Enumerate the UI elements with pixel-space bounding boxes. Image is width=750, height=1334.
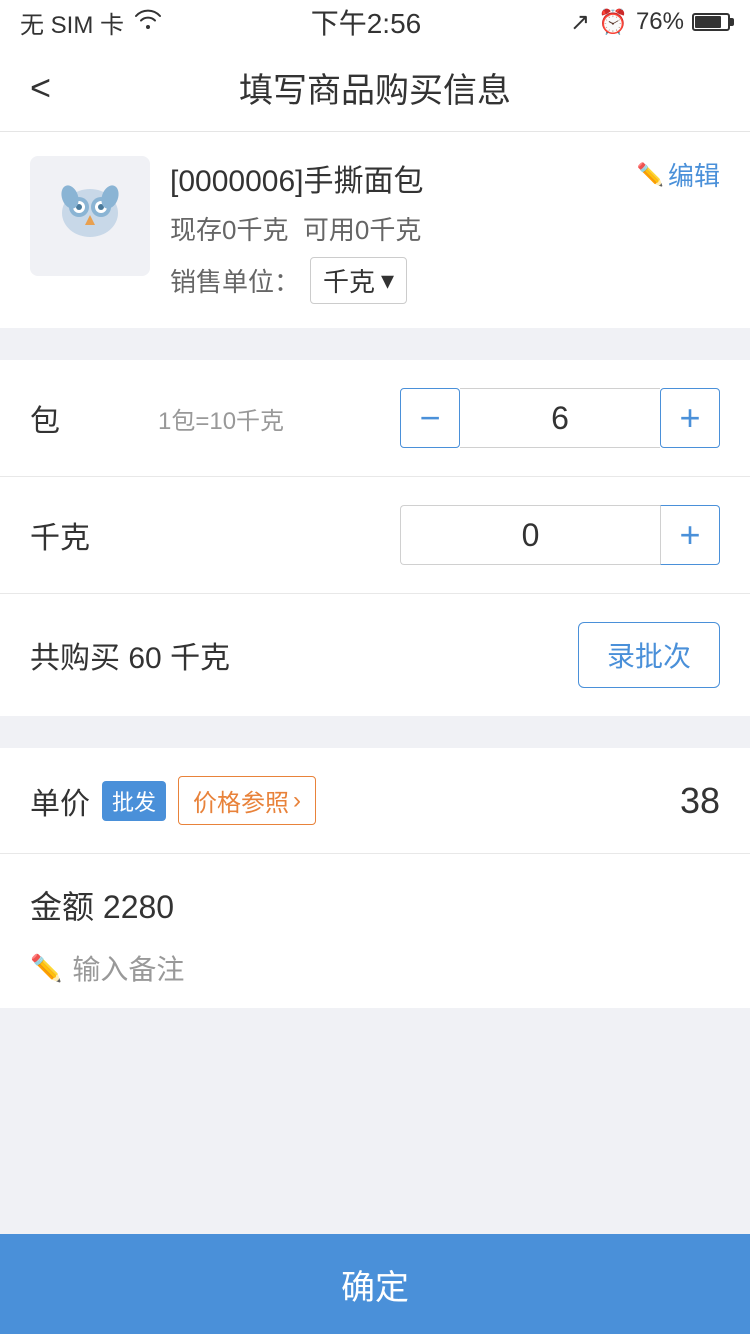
qty-controls-kg: 0 + — [400, 505, 720, 565]
qty-input-kg[interactable]: 0 — [400, 505, 660, 565]
qty-input-bao[interactable]: 6 — [460, 388, 660, 448]
no-sim-label: 无 SIM 卡 — [20, 5, 124, 40]
price-section: 单价 批发 价格参照 › 38 — [0, 748, 750, 854]
qty-sub-bao: 1包=10千克 — [158, 401, 400, 436]
battery-icon — [692, 13, 730, 31]
remark-pencil-icon: ✏️ — [30, 953, 62, 984]
price-label: 单价 — [30, 779, 90, 823]
qty-label-bao: 包 — [30, 396, 150, 440]
wifi-icon — [134, 8, 162, 36]
edit-icon: ✏️ — [637, 162, 664, 188]
qty-label-kg: 千克 — [30, 513, 150, 557]
product-logo — [55, 175, 125, 257]
chevron-right-icon: › — [293, 787, 301, 815]
location-icon: ↗ — [570, 8, 590, 37]
chevron-down-icon: ▾ — [381, 265, 394, 296]
page-title: 填写商品购买信息 — [239, 63, 511, 112]
quantity-row-kg: 千克 0 + — [0, 477, 750, 594]
edit-button[interactable]: ✏️ 编辑 — [637, 156, 720, 193]
price-value: 38 — [680, 780, 720, 822]
price-reference-button[interactable]: 价格参照 › — [178, 776, 316, 825]
status-left: 无 SIM 卡 — [20, 5, 162, 40]
edit-label: 编辑 — [668, 156, 720, 193]
total-text: 共购买 60 千克 — [30, 633, 230, 677]
nav-bar: < 填写商品购买信息 — [0, 44, 750, 132]
section-separator-2 — [0, 732, 750, 748]
confirm-button[interactable]: 确定 — [0, 1234, 750, 1334]
amount-section: 金额 2280 ✏️ 输入备注 — [0, 854, 750, 1008]
status-bar: 无 SIM 卡 下午2:56 ↗ ⏰ 76% — [0, 0, 750, 44]
section-separator-1 — [0, 344, 750, 360]
qty-increase-kg[interactable]: + — [660, 505, 720, 565]
remark-placeholder: 输入备注 — [72, 948, 184, 988]
back-button[interactable]: < — [20, 57, 61, 119]
quantity-row-bao: 包 1包=10千克 − 6 + — [0, 360, 750, 477]
product-info: [0000006]手撕面包 ✏️ 编辑 现存0千克 可用0千克 销售单位： 千克… — [170, 156, 720, 304]
status-right: ↗ ⏰ 76% — [570, 8, 730, 37]
qty-decrease-bao[interactable]: − — [400, 388, 460, 448]
product-name: [0000006]手撕面包 — [170, 156, 423, 200]
total-section: 共购买 60 千克 录批次 — [0, 594, 750, 716]
status-time: 下午2:56 — [311, 2, 422, 42]
price-type-tag: 批发 — [102, 781, 166, 821]
battery-label: 76% — [636, 8, 684, 36]
product-unit: 销售单位： 千克 ▾ — [170, 257, 720, 304]
product-thumbnail — [30, 156, 150, 276]
quantity-section: 包 1包=10千克 − 6 + 千克 0 + — [0, 360, 750, 594]
unit-selector[interactable]: 千克 ▾ — [310, 257, 407, 304]
record-batch-button[interactable]: 录批次 — [578, 622, 720, 688]
product-stock: 现存0千克 可用0千克 — [170, 210, 720, 247]
qty-controls-bao: − 6 + — [400, 388, 720, 448]
amount-row: 金额 2280 — [30, 882, 720, 928]
price-left: 单价 批发 价格参照 › — [30, 776, 316, 825]
product-card: [0000006]手撕面包 ✏️ 编辑 现存0千克 可用0千克 销售单位： 千克… — [0, 132, 750, 328]
alarm-icon: ⏰ — [598, 8, 628, 37]
price-row: 单价 批发 价格参照 › 38 — [30, 776, 720, 825]
qty-increase-bao[interactable]: + — [660, 388, 720, 448]
remark-row[interactable]: ✏️ 输入备注 — [30, 948, 720, 988]
